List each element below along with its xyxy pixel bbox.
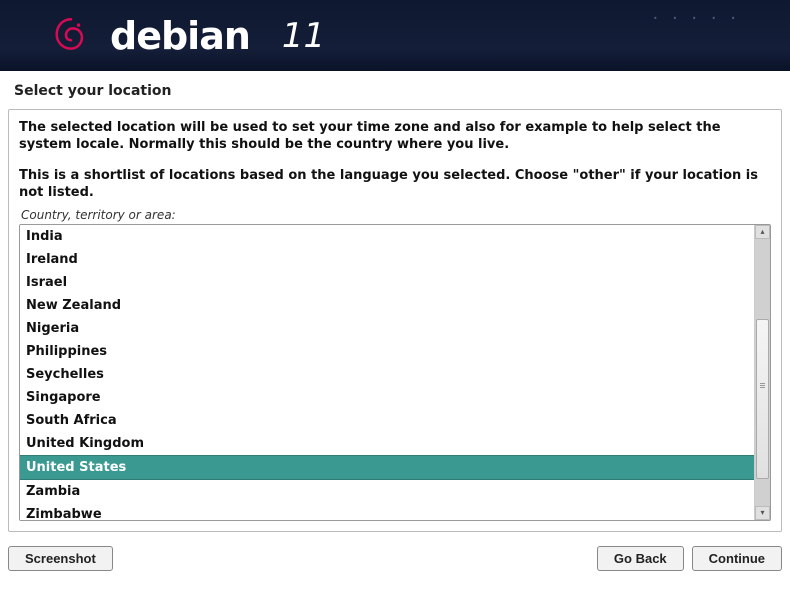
scrollbar[interactable]: ▴ ▾: [754, 225, 770, 520]
list-item[interactable]: India: [20, 225, 754, 248]
list-item[interactable]: United States: [20, 455, 754, 480]
scroll-down-icon[interactable]: ▾: [755, 506, 770, 520]
list-item[interactable]: South Africa: [20, 409, 754, 432]
field-label: Country, territory or area:: [19, 208, 771, 222]
list-item[interactable]: Zambia: [20, 480, 754, 503]
list-item[interactable]: Ireland: [20, 248, 754, 271]
scroll-grip-icon: [760, 383, 765, 389]
scroll-up-icon[interactable]: ▴: [755, 225, 770, 239]
button-row: Screenshot Go Back Continue: [8, 546, 782, 571]
list-item[interactable]: Zimbabwe: [20, 503, 754, 520]
content-panel: The selected location will be used to se…: [8, 109, 782, 532]
debian-logo: debian 11: [50, 14, 325, 58]
installer-header: debian 11 · · · · ·: [0, 0, 790, 71]
list-item[interactable]: United Kingdom: [20, 432, 754, 455]
go-back-button[interactable]: Go Back: [597, 546, 684, 571]
list-item[interactable]: New Zealand: [20, 294, 754, 317]
list-item[interactable]: Israel: [20, 271, 754, 294]
debian-swirl-icon: [50, 15, 92, 57]
brand-name: debian: [110, 14, 250, 58]
location-list-container: IndiaIrelandIsraelNew ZealandNigeriaPhil…: [19, 224, 771, 521]
list-item[interactable]: Philippines: [20, 340, 754, 363]
brand-version: 11: [282, 16, 325, 56]
header-decoration: · · · · ·: [653, 8, 741, 29]
location-description: The selected location will be used to se…: [19, 120, 771, 154]
location-list[interactable]: IndiaIrelandIsraelNew ZealandNigeriaPhil…: [20, 225, 754, 520]
list-item[interactable]: Seychelles: [20, 363, 754, 386]
list-item[interactable]: Nigeria: [20, 317, 754, 340]
screenshot-button[interactable]: Screenshot: [8, 546, 113, 571]
page-title: Select your location: [0, 71, 790, 109]
scroll-thumb[interactable]: [756, 319, 769, 479]
list-item[interactable]: Singapore: [20, 386, 754, 409]
scroll-track[interactable]: [755, 239, 770, 506]
continue-button[interactable]: Continue: [692, 546, 782, 571]
shortlist-note: This is a shortlist of locations based o…: [19, 168, 771, 202]
